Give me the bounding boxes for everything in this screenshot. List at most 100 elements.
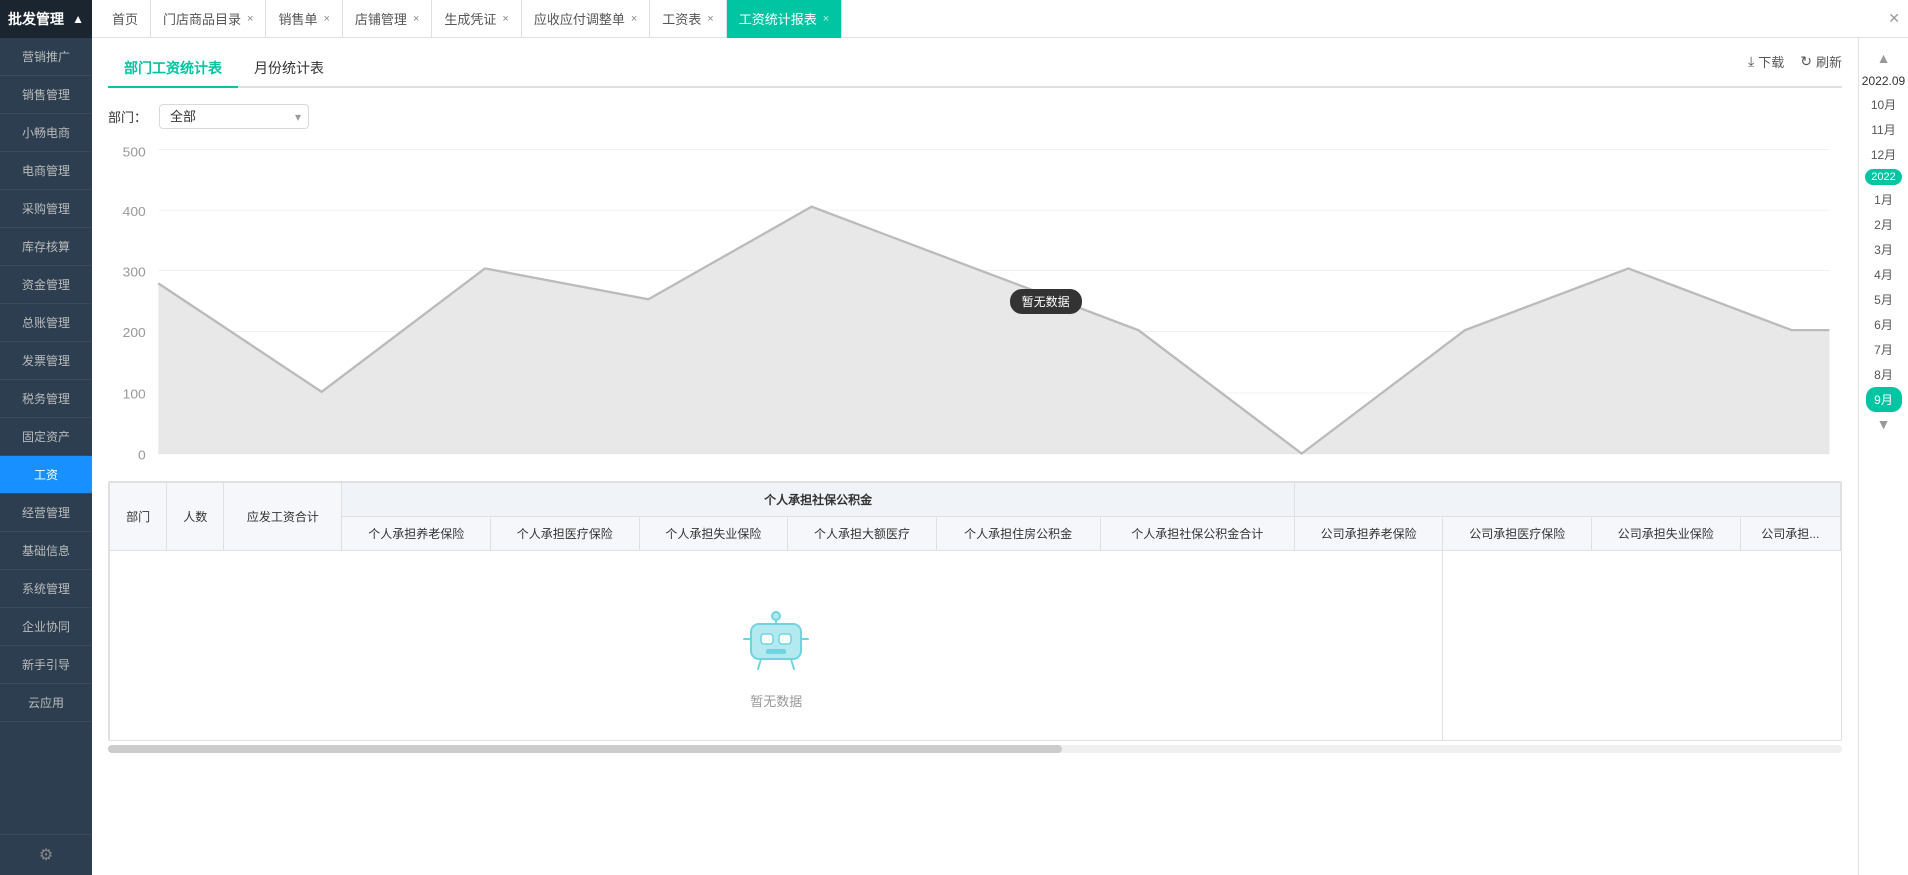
month-item-1月[interactable]: 1月: [1859, 187, 1908, 212]
sidebar-item-固定资产[interactable]: 固定资产: [0, 418, 92, 456]
tab-生成凭证[interactable]: 生成凭证 ×: [432, 0, 521, 38]
close-icon[interactable]: ×: [247, 13, 253, 25]
nav-down-arrow[interactable]: ▼: [1873, 412, 1895, 436]
sidebar-item-税务管理[interactable]: 税务管理: [0, 380, 92, 418]
tab-店铺管理[interactable]: 店铺管理 ×: [343, 0, 432, 38]
close-icon[interactable]: ×: [413, 13, 419, 25]
tab-label: 销售单: [278, 9, 317, 28]
month-item-3月[interactable]: 3月: [1859, 237, 1908, 262]
sidebar: 批发管理 ▲ 营销推广 销售管理 小畅电商 电商管理 采购管理 库存核算 资金管…: [0, 0, 92, 875]
col-公司其他: 公司承担...: [1740, 517, 1840, 551]
empty-text: 暂无数据: [750, 691, 802, 710]
col-个人住房: 个人承担住房公积金: [936, 517, 1100, 551]
col-group-公司承担: [1294, 483, 1840, 517]
download-label: 下载: [1758, 52, 1784, 71]
month-item-10月[interactable]: 10月: [1859, 92, 1908, 117]
sidebar-item-销售管理[interactable]: 销售管理: [0, 76, 92, 114]
dept-filter-label: 部门：: [108, 107, 147, 126]
sidebar-item-电商管理[interactable]: 电商管理: [0, 152, 92, 190]
col-人数: 人数: [167, 483, 224, 551]
sidebar-item-新手引导[interactable]: 新手引导: [0, 646, 92, 684]
tab-close-all-button[interactable]: ✕: [1888, 10, 1900, 27]
close-icon[interactable]: ×: [823, 13, 829, 25]
close-icon[interactable]: ×: [707, 13, 713, 25]
refresh-icon: ↻: [1800, 53, 1812, 70]
sidebar-item-资金管理[interactable]: 资金管理: [0, 266, 92, 304]
tab-label: 工资统计报表: [739, 9, 817, 28]
refresh-label: 刷新: [1816, 52, 1842, 71]
month-item-11月[interactable]: 11月: [1859, 117, 1908, 142]
tab-应收应付调整单[interactable]: 应收应付调整单 ×: [522, 0, 650, 38]
dept-select[interactable]: 全部 销售部 财务部 技术部 行政部: [159, 104, 309, 129]
sub-tab-部门工资统计表[interactable]: 部门工资统计表: [108, 50, 238, 88]
refresh-button[interactable]: ↻ 刷新: [1800, 52, 1842, 71]
close-icon[interactable]: ×: [502, 13, 508, 25]
right-panel: ▲ 2022.09 10月 11月 12月 2022 1月 2月 3月 4月 5…: [1858, 38, 1908, 875]
close-icon[interactable]: ×: [323, 13, 329, 25]
close-icon[interactable]: ×: [631, 13, 637, 25]
svg-text:200: 200: [123, 326, 146, 340]
sidebar-item-经营管理[interactable]: 经营管理: [0, 494, 92, 532]
svg-text:300: 300: [123, 265, 146, 279]
year-label-2022-09: 2022.09: [1860, 70, 1907, 92]
sidebar-item-企业协同[interactable]: 企业协同: [0, 608, 92, 646]
nav-up-arrow[interactable]: ▲: [1873, 46, 1895, 70]
sidebar-item-采购管理[interactable]: 采购管理: [0, 190, 92, 228]
col-group-个人承担: 个人承担社保公积金: [342, 483, 1294, 517]
tab-门店商品目录[interactable]: 门店商品目录 ×: [151, 0, 266, 38]
month-item-6月[interactable]: 6月: [1859, 312, 1908, 337]
inner-content: 部门工资统计表 月份统计表 ⤓ 下载 ↻ 刷新 部门：: [92, 38, 1858, 875]
sidebar-footer[interactable]: ⚙: [0, 834, 92, 875]
month-item-8月[interactable]: 8月: [1859, 362, 1908, 387]
year-badge-2022[interactable]: 2022: [1865, 169, 1901, 185]
col-应发工资合计: 应发工资合计: [224, 483, 342, 551]
col-公司医疗: 公司承担医疗保险: [1443, 517, 1592, 551]
download-button[interactable]: ⤓ 下载: [1748, 52, 1784, 71]
tab-label: 工资表: [662, 9, 701, 28]
sidebar-item-云应用[interactable]: 云应用: [0, 684, 92, 722]
month-item-9月[interactable]: 9月: [1866, 387, 1902, 412]
sidebar-item-工资[interactable]: 工资: [0, 456, 92, 494]
tab-销售单[interactable]: 销售单 ×: [266, 0, 342, 38]
sidebar-item-营销推广[interactable]: 营销推广: [0, 38, 92, 76]
sub-tabs: 部门工资统计表 月份统计表: [108, 50, 1842, 88]
sidebar-expand-icon[interactable]: ▲: [72, 12, 84, 26]
col-个人合计: 个人承担社保公积金合计: [1100, 517, 1294, 551]
sidebar-item-发票管理[interactable]: 发票管理: [0, 342, 92, 380]
sidebar-item-基础信息[interactable]: 基础信息: [0, 532, 92, 570]
month-item-7月[interactable]: 7月: [1859, 337, 1908, 362]
data-table: 部门 人数 应发工资合计 个人承担社保公积金 个人承担养老保险 个人承担医疗保险…: [109, 482, 1841, 741]
table-scrollbar-thumb[interactable]: [108, 745, 1062, 753]
sidebar-item-小畅电商[interactable]: 小畅电商: [0, 114, 92, 152]
settings-icon[interactable]: ⚙: [39, 847, 53, 864]
chart-tooltip: 暂无数据: [1010, 289, 1082, 314]
svg-text:100: 100: [123, 387, 146, 401]
tab-bar: 首页 门店商品目录 × 销售单 × 店铺管理 × 生成凭证 × 应收应付调整单 …: [92, 0, 1908, 38]
sidebar-item-总账管理[interactable]: 总账管理: [0, 304, 92, 342]
col-公司养老: 公司承担养老保险: [1294, 517, 1443, 551]
sub-tab-label: 部门工资统计表: [124, 60, 222, 76]
svg-text:400: 400: [123, 204, 146, 218]
sub-tab-label: 月份统计表: [254, 60, 324, 76]
tab-工资统计报表[interactable]: 工资统计报表 ×: [727, 0, 842, 38]
sidebar-item-系统管理[interactable]: 系统管理: [0, 570, 92, 608]
month-item-12月[interactable]: 12月: [1859, 142, 1908, 167]
sub-tab-月份统计表[interactable]: 月份统计表: [238, 50, 340, 88]
month-item-4月[interactable]: 4月: [1859, 262, 1908, 287]
chart-svg: 0 100 200 300 400 500: [108, 145, 1842, 465]
month-item-2月[interactable]: 2月: [1859, 212, 1908, 237]
sidebar-item-库存核算[interactable]: 库存核算: [0, 228, 92, 266]
table-wrapper[interactable]: 部门 人数 应发工资合计 个人承担社保公积金 个人承担养老保险 个人承担医疗保险…: [108, 481, 1842, 741]
dept-select-wrapper: 全部 销售部 财务部 技术部 行政部: [159, 104, 309, 129]
svg-text:0: 0: [138, 448, 146, 462]
main-area: 首页 门店商品目录 × 销售单 × 店铺管理 × 生成凭证 × 应收应付调整单 …: [92, 0, 1908, 875]
tab-label: 门店商品目录: [163, 9, 241, 28]
tab-工资表[interactable]: 工资表 ×: [650, 0, 726, 38]
table-scrollbar[interactable]: [108, 745, 1842, 753]
empty-row: 暂无数据: [110, 551, 1443, 742]
filter-row: 部门： 全部 销售部 财务部 技术部 行政部: [108, 104, 1842, 129]
chart-area: 0 100 200 300 400 500: [108, 145, 1842, 465]
toolbar: ⤓ 下载 ↻ 刷新: [1748, 52, 1842, 71]
month-item-5月[interactable]: 5月: [1859, 287, 1908, 312]
tab-首页[interactable]: 首页: [100, 0, 151, 38]
